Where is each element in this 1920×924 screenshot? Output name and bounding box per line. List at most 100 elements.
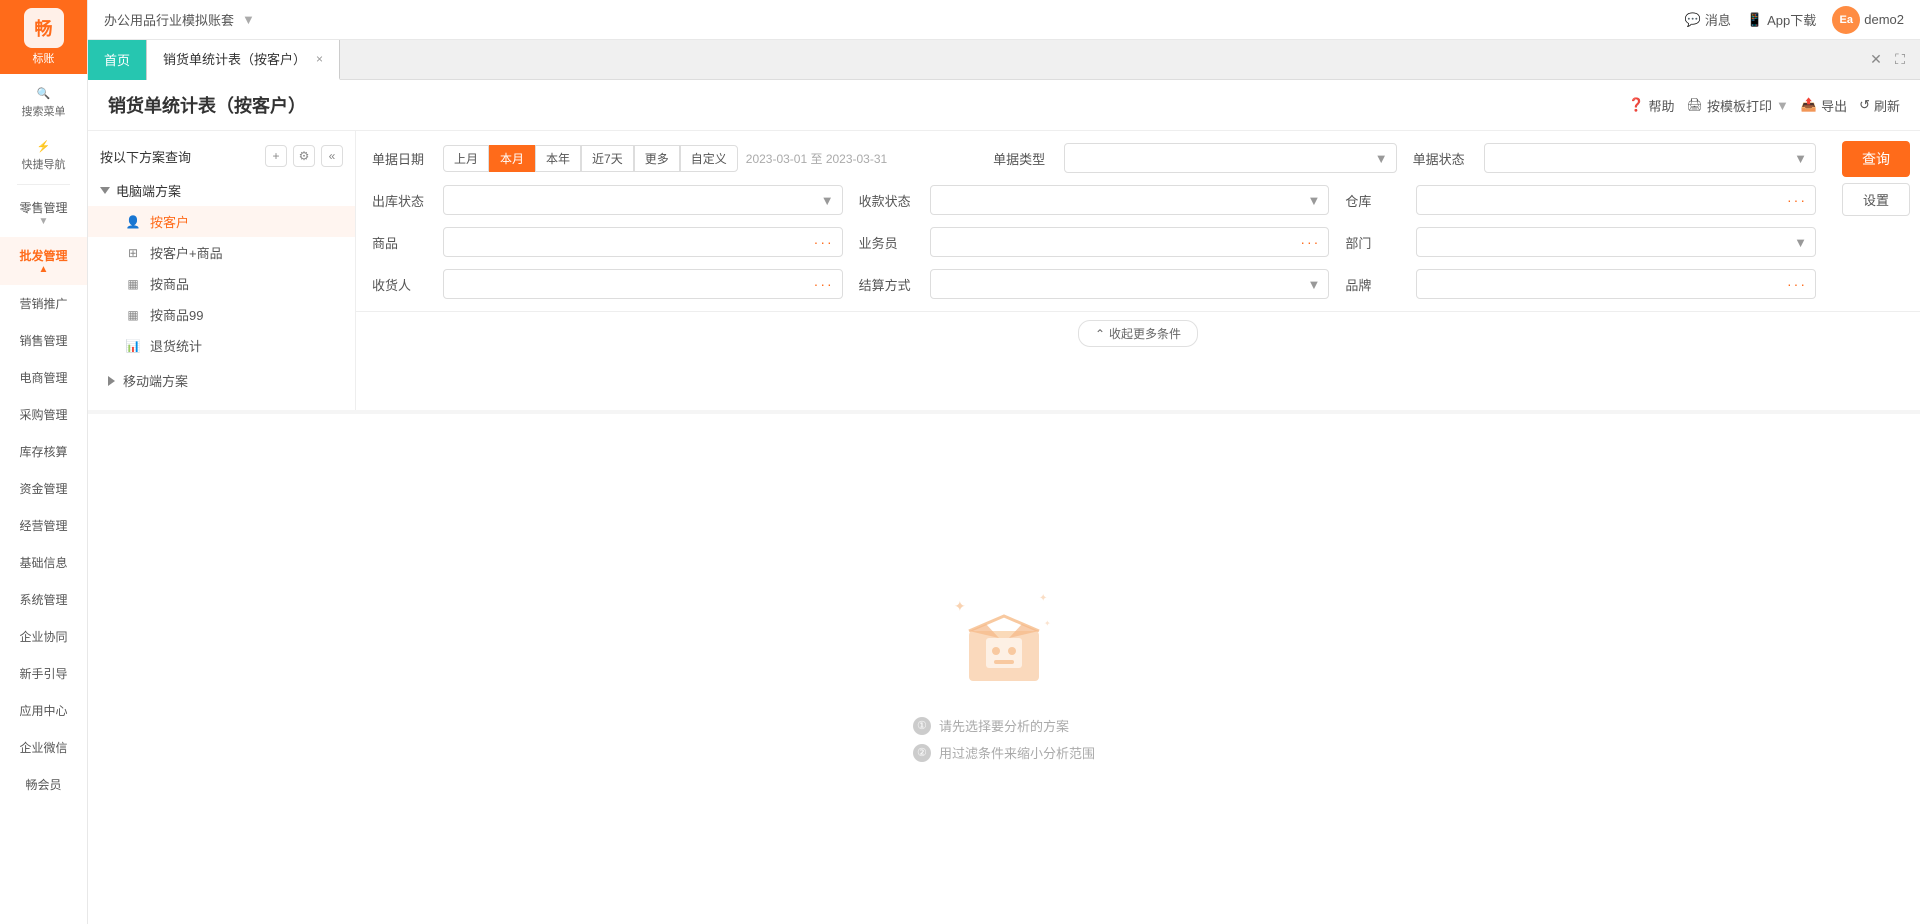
brand-dots: ··· [1787,276,1807,292]
order-type-select[interactable]: ▼ [1064,143,1396,173]
date-label: 单据日期 [372,149,427,168]
page-title: 销货单统计表（按客户） [108,92,306,118]
basic-info-label: 基础信息 [19,554,67,571]
sidebar-item-app-center[interactable]: 应用中心 [0,692,87,729]
product-select[interactable]: ··· [443,227,843,257]
scheme-item-by-customer[interactable]: 👤 按客户 [88,206,355,237]
help-button[interactable]: ❓ 帮助 [1628,96,1674,115]
sidebar-item-finance[interactable]: 资金管理 [0,470,87,507]
scheme-item-by-product99[interactable]: ▦ 按商品99 [88,299,355,330]
scheme-item-by-customer-product[interactable]: ⊞ 按客户+商品 [88,237,355,268]
date-btn-more[interactable]: 更多 [634,145,680,172]
filter-salesperson-item: 业务员 ··· [859,227,1330,257]
date-btn-this-month[interactable]: 本月 [489,145,535,172]
query-button[interactable]: 查询 [1842,141,1910,177]
brand-select[interactable]: ··· [1416,269,1816,299]
sidebar-item-wechat[interactable]: 企业微信 [0,729,87,766]
filter-and-buttons: 单据日期 上月 本月 本年 近7天 更多 自定义 [356,131,1920,410]
sidebar-search-item[interactable]: 🔍 搜索菜单 [0,74,87,129]
user-profile[interactable]: Ea demo2 [1832,6,1904,34]
warehouse-select[interactable]: ··· [1416,185,1816,215]
sidebar-item-tutorial[interactable]: 新手引导 [0,655,87,692]
query-section: 按以下方案查询 + ⚙ « [88,131,1920,410]
refresh-button[interactable]: ↺ 刷新 [1859,96,1900,115]
scheme-customer-label: 按客户 [150,212,189,231]
scheme-item-by-product[interactable]: ▦ 按商品 [88,268,355,299]
sidebar-item-ecommerce[interactable]: 电商管理 [0,359,87,396]
date-btn-last-month[interactable]: 上月 [443,145,489,172]
settlement-select[interactable]: ▼ [930,269,1330,299]
sidebar-item-enterprise[interactable]: 企业协同 [0,618,87,655]
left-panel-icons: + ⚙ « [265,145,343,167]
date-buttons: 上月 本月 本年 近7天 更多 自定义 [443,145,738,172]
order-status-select[interactable]: ▼ [1484,143,1816,173]
window-close-button[interactable]: ✕ [1868,52,1884,68]
tip-text-2: 用过滤条件来缩小分析范围 [939,743,1095,762]
print-button[interactable]: 🖨 按模板打印 ▼ [1686,96,1788,115]
department-label: 部门 [1345,233,1400,252]
sidebar-item-purchase[interactable]: 采购管理 [0,396,87,433]
sidebar-logo[interactable]: 畅 标账 [0,0,87,74]
tab-close-icon[interactable]: × [316,52,323,66]
export-label: 导出 [1821,96,1847,115]
sidebar-item-marketing[interactable]: 营销推广 [0,285,87,322]
sidebar-item-retail[interactable]: 零售管理 ▼ [0,189,87,237]
filter-payment-status-item: 收款状态 ▼ [859,185,1330,215]
inventory-label: 库存核算 [19,443,67,460]
filter-row-1: 单据日期 上月 本月 本年 近7天 更多 自定义 [372,143,1816,173]
scheme-item-return-stats[interactable]: 📊 退货统计 [88,330,355,361]
collapse-bar: ⌃ 收起更多条件 [356,311,1920,355]
sidebar-divider-1 [17,184,69,185]
sidebar-item-operations[interactable]: 经营管理 [0,507,87,544]
username: demo2 [1864,12,1904,27]
sidebar-item-system[interactable]: 系统管理 [0,581,87,618]
settings-scheme-button[interactable]: ⚙ [293,145,315,167]
date-btn-last-7-days[interactable]: 近7天 [581,145,634,172]
sidebar-item-sales[interactable]: 销售管理 [0,322,87,359]
sidebar-quick-nav-item[interactable]: ⚡ 快捷导航 [0,129,87,180]
order-status-arrow: ▼ [1794,151,1807,166]
collapse-more-button[interactable]: ⌃ 收起更多条件 [1078,320,1198,347]
tab-home-label: 首页 [104,50,130,69]
receiver-label: 收货人 [372,275,427,294]
receiver-select[interactable]: ··· [443,269,843,299]
app-download-button[interactable]: 📱 App下载 [1747,10,1816,29]
date-btn-custom[interactable]: 自定义 [680,145,738,172]
filter-settlement-item: 结算方式 ▼ [859,269,1330,299]
payment-status-label: 收款状态 [859,191,914,210]
settings-button[interactable]: 设置 [1842,183,1910,216]
tab-home[interactable]: 首页 [88,40,147,80]
payment-status-arrow: ▼ [1307,193,1320,208]
scheme-mobile-group-header[interactable]: 移动端方案 [88,365,355,396]
scheme-product99-icon: ▦ [124,306,142,324]
export-button[interactable]: 📤 导出 [1801,96,1847,115]
left-panel-header: 按以下方案查询 + ⚙ « [88,141,355,175]
tip-text-1: 请先选择要分析的方案 [939,716,1069,735]
tab-sales-stats[interactable]: 销货单统计表（按客户） × [147,40,340,80]
filter-row-2: 出库状态 ▼ 收款状态 ▼ [372,185,1816,215]
date-btn-this-year[interactable]: 本年 [535,145,581,172]
message-button[interactable]: 💬 消息 [1685,10,1731,29]
payment-status-select[interactable]: ▼ [930,185,1330,215]
window-maximize-button[interactable]: ⛶ [1892,52,1908,68]
topbar-dropdown-icon[interactable]: ▼ [242,12,255,27]
out-status-select[interactable]: ▼ [443,185,843,215]
print-icon: 🖨 [1686,97,1703,113]
empty-tip-1: ① 请先选择要分析的方案 [913,716,1095,735]
product-label: 商品 [372,233,427,252]
salesperson-select[interactable]: ··· [930,227,1330,257]
retail-arrow: ▼ [39,216,49,227]
scheme-customer-product-label: 按客户+商品 [150,243,223,262]
department-select[interactable]: ▼ [1416,227,1816,257]
scheme-desktop-group-header[interactable]: 电脑端方案 [88,175,355,206]
mobile-group-label: 移动端方案 [123,371,188,390]
sidebar-item-basic-info[interactable]: 基础信息 [0,544,87,581]
add-scheme-button[interactable]: + [265,145,287,167]
sidebar-item-wholesale[interactable]: 批发管理 ▲ [0,237,87,285]
filter-department-item: 部门 ▼ [1345,227,1816,257]
sidebar-item-inventory[interactable]: 库存核算 [0,433,87,470]
scheme-mobile-group: 移动端方案 [88,365,355,396]
print-dropdown-icon: ▼ [1776,98,1789,113]
sidebar-item-member[interactable]: 畅会员 [0,766,87,803]
collapse-scheme-button[interactable]: « [321,145,343,167]
